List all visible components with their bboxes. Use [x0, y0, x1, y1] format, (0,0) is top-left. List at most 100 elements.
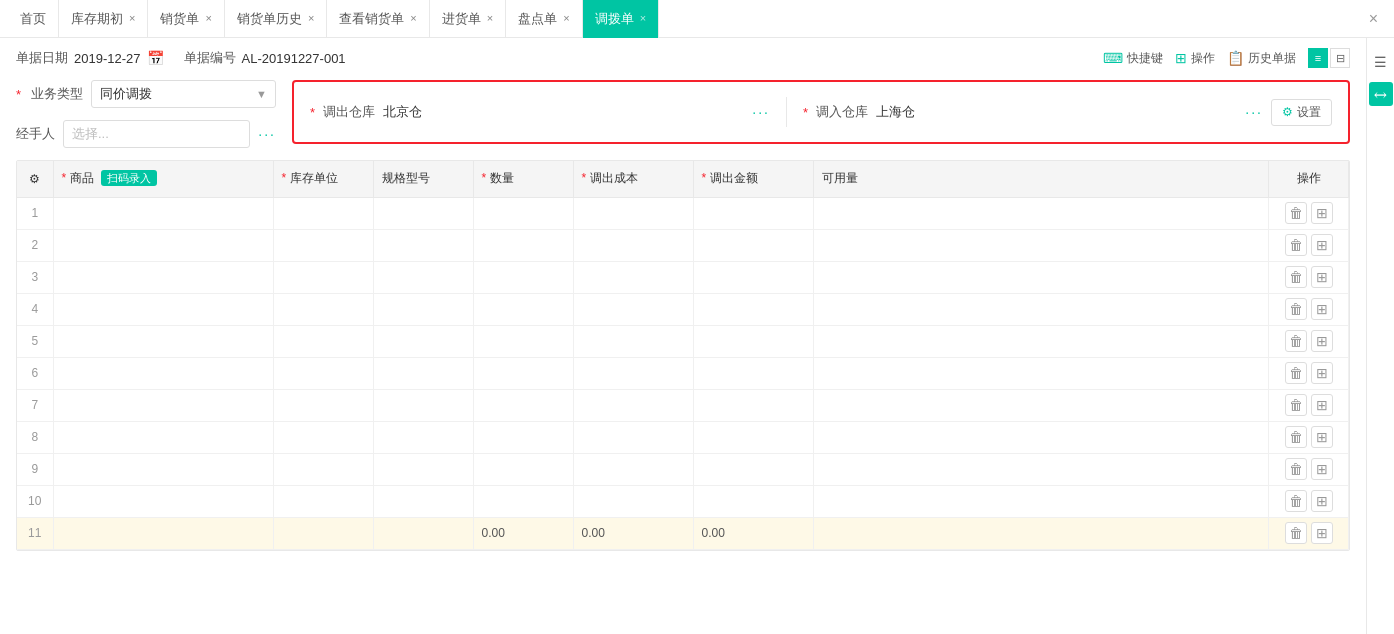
out-warehouse-more-button[interactable]: ···: [752, 104, 770, 120]
tab-view-sales-close[interactable]: ×: [410, 13, 416, 24]
handler-more-button[interactable]: ···: [258, 126, 276, 142]
sidebar-list-icon-button[interactable]: ☰: [1369, 50, 1393, 74]
tab-inventory-init[interactable]: 库存期初 ×: [59, 0, 148, 38]
tab-transfer-close[interactable]: ×: [640, 13, 646, 24]
row-unit[interactable]: [273, 325, 373, 357]
copy-row-button[interactable]: ⊞: [1311, 426, 1333, 448]
row-amount[interactable]: [693, 197, 813, 229]
row-qty[interactable]: [473, 229, 573, 261]
row-product[interactable]: [53, 197, 273, 229]
row-spec[interactable]: [373, 229, 473, 261]
row-qty[interactable]: [473, 197, 573, 229]
row-product[interactable]: [53, 261, 273, 293]
row-qty[interactable]: [473, 357, 573, 389]
row-product[interactable]: [53, 229, 273, 261]
in-warehouse-more-button[interactable]: ···: [1245, 104, 1263, 120]
operations-button[interactable]: ⊞ 操作: [1175, 50, 1215, 67]
row-unit[interactable]: [273, 389, 373, 421]
copy-row-button[interactable]: ⊞: [1311, 266, 1333, 288]
row-spec[interactable]: [373, 293, 473, 325]
tab-transfer[interactable]: 调拨单 ×: [583, 0, 659, 38]
delete-row-button[interactable]: 🗑: [1285, 394, 1307, 416]
row-amount[interactable]: [693, 389, 813, 421]
row-qty[interactable]: [473, 485, 573, 517]
row-product[interactable]: [53, 357, 273, 389]
layout-list-button[interactable]: ≡: [1308, 48, 1328, 68]
row-amount[interactable]: [693, 261, 813, 293]
row-product[interactable]: [53, 485, 273, 517]
row-cost[interactable]: [573, 197, 693, 229]
th-gear[interactable]: ⚙: [17, 161, 53, 197]
shortcuts-button[interactable]: ⌨ 快捷键: [1103, 50, 1163, 67]
tab-sales-history[interactable]: 销货单历史 ×: [225, 0, 327, 38]
delete-row-button[interactable]: 🗑: [1285, 458, 1307, 480]
row-product[interactable]: [53, 325, 273, 357]
copy-row-button[interactable]: ⊞: [1311, 522, 1333, 544]
row-amount[interactable]: [693, 325, 813, 357]
layout-grid-button[interactable]: ⊟: [1330, 48, 1350, 68]
row-qty[interactable]: [473, 325, 573, 357]
sidebar-expand-icon-button[interactable]: ⤢: [1369, 82, 1393, 106]
row-qty[interactable]: [473, 261, 573, 293]
row-unit[interactable]: [273, 357, 373, 389]
delete-row-button[interactable]: 🗑: [1285, 202, 1307, 224]
scan-button[interactable]: 扫码录入: [101, 170, 157, 186]
row-unit[interactable]: [273, 229, 373, 261]
row-cost[interactable]: [573, 453, 693, 485]
row-unit[interactable]: [273, 453, 373, 485]
copy-row-button[interactable]: ⊞: [1311, 362, 1333, 384]
row-amount[interactable]: [693, 357, 813, 389]
copy-row-button[interactable]: ⊞: [1311, 234, 1333, 256]
row-amount[interactable]: [693, 421, 813, 453]
row-spec[interactable]: [373, 421, 473, 453]
row-cost[interactable]: [573, 357, 693, 389]
row-amount[interactable]: [693, 293, 813, 325]
copy-row-button[interactable]: ⊞: [1311, 202, 1333, 224]
calendar-icon[interactable]: 📅: [147, 50, 164, 66]
row-unit[interactable]: [273, 421, 373, 453]
copy-row-button[interactable]: ⊞: [1311, 330, 1333, 352]
tab-sales-history-close[interactable]: ×: [308, 13, 314, 24]
row-cost[interactable]: [573, 421, 693, 453]
delete-row-button[interactable]: 🗑: [1285, 330, 1307, 352]
row-qty[interactable]: [473, 421, 573, 453]
row-cost[interactable]: [573, 229, 693, 261]
handler-select[interactable]: 选择...: [63, 120, 250, 148]
row-spec[interactable]: [373, 389, 473, 421]
history-button[interactable]: 📋 历史单据: [1227, 50, 1296, 67]
delete-row-button[interactable]: 🗑: [1285, 490, 1307, 512]
copy-row-button[interactable]: ⊞: [1311, 490, 1333, 512]
tab-stocktake[interactable]: 盘点单 ×: [506, 0, 582, 38]
tab-sales-order[interactable]: 销货单 ×: [148, 0, 224, 38]
tab-sales-order-close[interactable]: ×: [205, 13, 211, 24]
row-product[interactable]: [53, 389, 273, 421]
row-cost[interactable]: [573, 389, 693, 421]
delete-row-button[interactable]: 🗑: [1285, 298, 1307, 320]
row-qty[interactable]: [473, 293, 573, 325]
delete-row-button[interactable]: 🗑: [1285, 522, 1307, 544]
copy-row-button[interactable]: ⊞: [1311, 458, 1333, 480]
row-spec[interactable]: [373, 453, 473, 485]
tab-home[interactable]: 首页: [8, 0, 59, 38]
row-spec[interactable]: [373, 357, 473, 389]
settings-button[interactable]: ⚙ 设置: [1271, 99, 1332, 126]
row-unit[interactable]: [273, 485, 373, 517]
row-cost[interactable]: [573, 293, 693, 325]
row-amount[interactable]: [693, 229, 813, 261]
delete-row-button[interactable]: 🗑: [1285, 234, 1307, 256]
tab-inventory-init-close[interactable]: ×: [129, 13, 135, 24]
row-unit[interactable]: [273, 261, 373, 293]
row-amount[interactable]: [693, 453, 813, 485]
row-spec[interactable]: [373, 325, 473, 357]
row-product[interactable]: [53, 453, 273, 485]
tab-view-sales[interactable]: 查看销货单 ×: [327, 0, 429, 38]
tab-stocktake-close[interactable]: ×: [563, 13, 569, 24]
row-unit[interactable]: [273, 197, 373, 229]
delete-row-button[interactable]: 🗑: [1285, 426, 1307, 448]
close-all-tabs[interactable]: ×: [1361, 10, 1386, 28]
row-product[interactable]: [53, 421, 273, 453]
row-unit[interactable]: [273, 293, 373, 325]
row-cost[interactable]: [573, 325, 693, 357]
delete-row-button[interactable]: 🗑: [1285, 362, 1307, 384]
row-spec[interactable]: [373, 261, 473, 293]
